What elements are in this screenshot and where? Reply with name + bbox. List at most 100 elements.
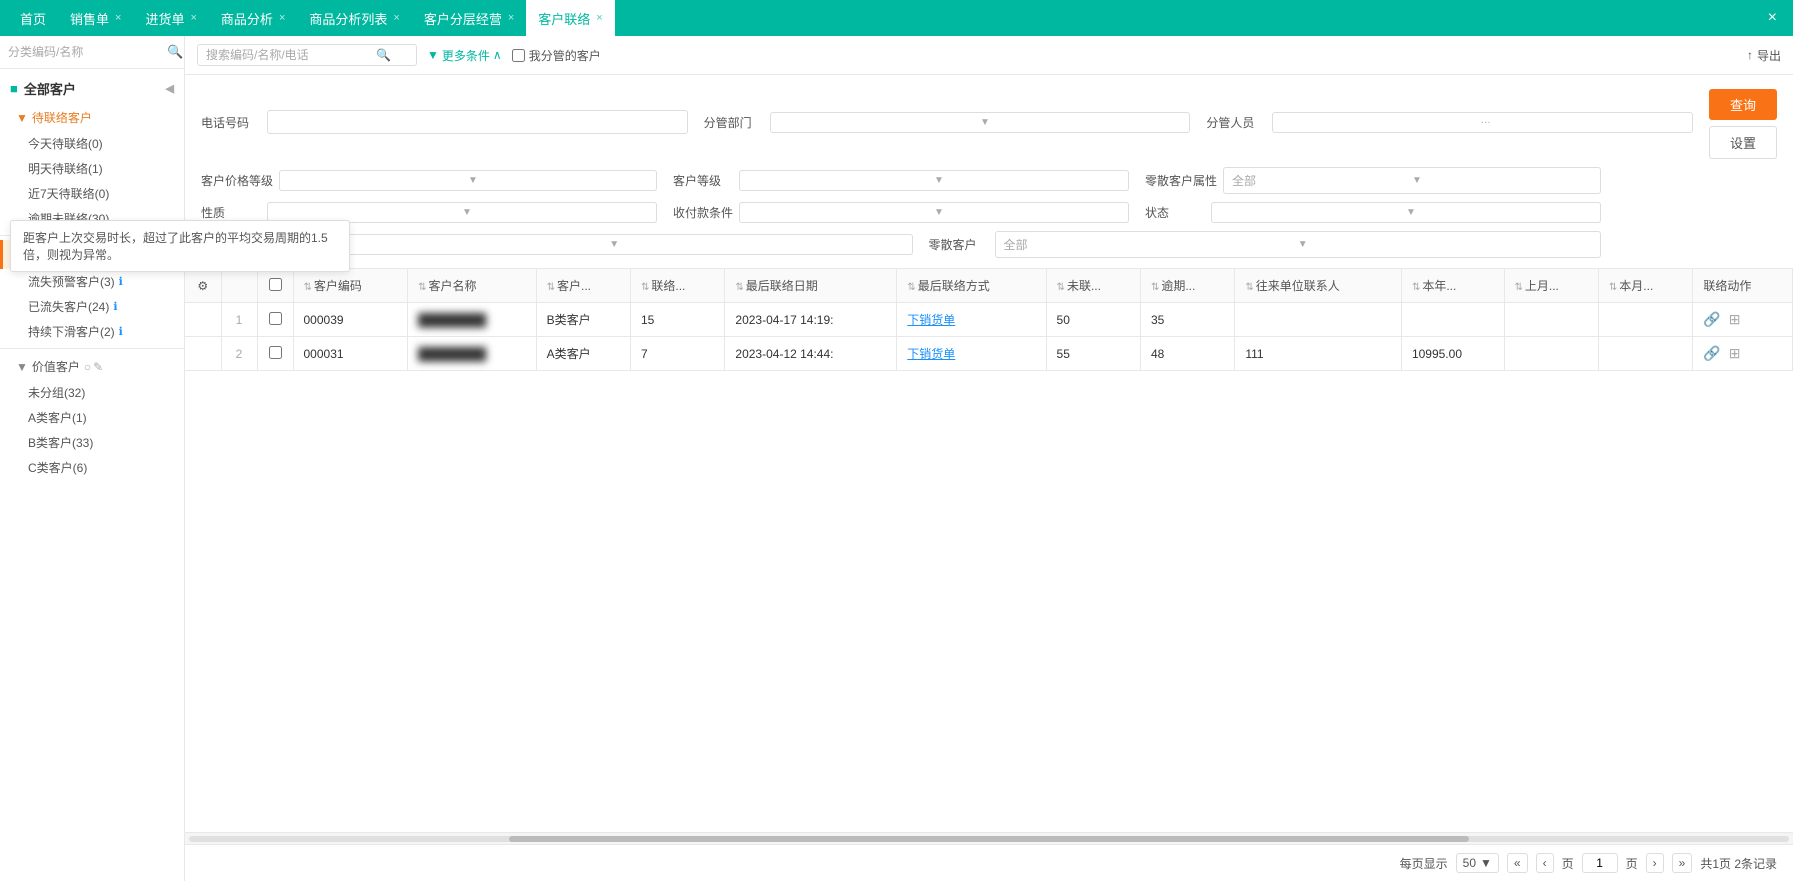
status-caret: ▼ <box>1406 207 1592 218</box>
sidebar-item-declining[interactable]: 持续下滑客户(2) ℹ <box>0 319 184 344</box>
sidebar-group-value[interactable]: ▼ 价值客户 ○ ✎ <box>0 353 184 380</box>
row2-checkbox[interactable] <box>257 337 293 371</box>
row2-link-icon[interactable]: 🔗 <box>1703 345 1720 362</box>
nav-sales[interactable]: 销售单 × <box>58 0 133 36</box>
sidebar-item-7days[interactable]: 近7天待联络(0) <box>0 181 184 206</box>
col-contacts[interactable]: ⇅往来单位联系人 <box>1235 269 1402 303</box>
row1-grid-icon[interactable]: ⊞ <box>1729 311 1741 328</box>
col-name[interactable]: ⇅客户名称 <box>408 269 536 303</box>
nav-customer-tier[interactable]: 客户分层经营 × <box>412 0 526 36</box>
sidebar-item-today[interactable]: 今天待联络(0) <box>0 131 184 156</box>
close-purchase-tab[interactable]: × <box>190 12 196 24</box>
sidebar-group-pending[interactable]: ▼ 待联络客户 <box>0 104 184 131</box>
query-button[interactable]: 查询 <box>1709 89 1777 120</box>
more-conditions-btn[interactable]: ▼ 更多条件 ∧ <box>427 47 502 64</box>
select-all-checkbox[interactable] <box>269 278 282 291</box>
sidebar-item-churned[interactable]: 已流失客户(24) ℹ <box>0 294 184 319</box>
page-size-select[interactable]: 50 ▼ <box>1456 853 1499 873</box>
customer-tier-select[interactable]: ▼ <box>739 170 1129 191</box>
col-last-method[interactable]: ⇅最后联络方式 <box>897 269 1046 303</box>
row2-last-method: 下销货单 <box>897 337 1046 371</box>
close-product-analysis-tab[interactable]: × <box>279 12 285 24</box>
sort-this-year-icon: ⇅ <box>1412 282 1420 293</box>
nav-customer-contact[interactable]: 客户联络 × <box>526 0 614 36</box>
row1-checkbox[interactable] <box>257 303 293 337</box>
status-select[interactable]: ▼ <box>1211 202 1601 223</box>
row1-last-method: 下销货单 <box>897 303 1046 337</box>
row2-name[interactable]: ████████ <box>408 337 536 371</box>
dept-select[interactable]: ▼ <box>770 112 1191 133</box>
col-last-month[interactable]: ⇅上月... <box>1504 269 1598 303</box>
close-customer-contact-tab[interactable]: × <box>596 12 602 24</box>
col-contact[interactable]: ⇅联络... <box>631 269 725 303</box>
close-customer-tier-tab[interactable]: × <box>508 12 514 24</box>
my-customers-checkbox-wrap: 我分管的客户 <box>512 47 601 64</box>
customer-type-select[interactable]: ▼ <box>306 234 913 255</box>
scrollbar-thumb[interactable] <box>509 836 1469 842</box>
sidebar-item-ungrouped[interactable]: 未分组(32) <box>0 380 184 405</box>
filter-row-1: 电话号码 分管部门 ▼ 分管人员 ··· <box>201 85 1777 159</box>
col-this-month[interactable]: ⇅本月... <box>1598 269 1692 303</box>
nav-product-list[interactable]: 商品分析列表 × <box>297 0 411 36</box>
row1-code: 000039 <box>293 303 408 337</box>
price-tier-select[interactable]: ▼ <box>279 170 657 191</box>
export-btn[interactable]: ↑ 导出 <box>1747 47 1781 64</box>
sidebar-all-customers[interactable]: ■ 全部客户 ◀ <box>0 73 184 104</box>
last-page-btn[interactable]: » <box>1672 853 1693 873</box>
sidebar-item-classA[interactable]: A类客户(1) <box>0 405 184 430</box>
col-checkbox[interactable] <box>257 269 293 303</box>
close-sales-tab[interactable]: × <box>115 12 121 24</box>
nav-purchase[interactable]: 进货单 × <box>133 0 208 36</box>
row1-this-month <box>1598 303 1692 337</box>
sidebar-item-churn-warning[interactable]: 流失预警客户(3) ℹ <box>0 269 184 294</box>
nav-product-analysis[interactable]: 商品分析 × <box>209 0 297 36</box>
col-type[interactable]: ⇅客户... <box>536 269 630 303</box>
retail-customer-select[interactable]: 全部 ▼ <box>995 231 1602 258</box>
sort-last-method-icon: ⇅ <box>907 282 915 293</box>
sidebar-search-input[interactable] <box>8 45 163 59</box>
sort-contacts-icon: ⇅ <box>1245 282 1253 293</box>
row1-type: B类客户 <box>536 303 630 337</box>
sidebar-item-tomorrow[interactable]: 明天待联络(1) <box>0 156 184 181</box>
sidebar-collapse-btn[interactable]: ◀ <box>166 82 174 95</box>
payment-select[interactable]: ▼ <box>739 202 1129 223</box>
col-unlinked[interactable]: ⇅未联... <box>1046 269 1140 303</box>
info-icon-2: ℹ <box>113 300 117 313</box>
row1-select[interactable] <box>269 312 282 325</box>
row1-name[interactable]: ████████ <box>408 303 536 337</box>
sidebar-search-icon: 🔍 <box>167 44 183 60</box>
dept-caret: ▼ <box>980 117 1181 128</box>
row2-action-icons: 🔗 ⊞ <box>1703 345 1782 362</box>
edit-icon[interactable]: ○ <box>84 360 91 374</box>
scrollbar-track[interactable] <box>189 836 1789 842</box>
row1-link-icon[interactable]: 🔗 <box>1703 311 1720 328</box>
col-gear[interactable]: ⚙ <box>185 269 221 303</box>
nav-home[interactable]: 首页 <box>8 0 58 36</box>
first-page-btn[interactable]: « <box>1507 853 1528 873</box>
retail-attr-select[interactable]: 全部 ▼ <box>1223 167 1601 194</box>
prev-page-btn[interactable]: ‹ <box>1536 853 1554 873</box>
col-last-date[interactable]: ⇅最后联络日期 <box>725 269 897 303</box>
horizontal-scrollbar[interactable] <box>185 832 1793 844</box>
col-code[interactable]: ⇅客户编码 <box>293 269 408 303</box>
window-close-button[interactable]: × <box>1760 9 1785 27</box>
my-customers-checkbox[interactable] <box>512 49 525 62</box>
row2-contact: 7 <box>631 337 725 371</box>
table-header-row: ⚙ ⇅客户编码 ⇅客户名称 ⇅客户... ⇅联络... ⇅最后联络日期 ⇅最后联… <box>185 269 1793 303</box>
phone-input[interactable] <box>267 110 688 134</box>
row2-grid-icon[interactable]: ⊞ <box>1729 345 1741 362</box>
col-num <box>221 269 257 303</box>
sidebar-item-classB[interactable]: B类客户(33) <box>0 430 184 455</box>
col-overdue[interactable]: ⇅逾期... <box>1140 269 1234 303</box>
edit-icon2[interactable]: ✎ <box>93 360 103 374</box>
sort-last-month-icon: ⇅ <box>1515 282 1523 293</box>
settings-button[interactable]: 设置 <box>1709 126 1777 159</box>
sidebar-item-classC[interactable]: C类客户(6) <box>0 455 184 480</box>
close-product-list-tab[interactable]: × <box>393 12 399 24</box>
page-input[interactable] <box>1582 853 1618 873</box>
search-input[interactable] <box>206 48 376 62</box>
row2-select[interactable] <box>269 346 282 359</box>
col-this-year[interactable]: ⇅本年... <box>1401 269 1504 303</box>
manager-select[interactable]: ··· <box>1272 112 1693 133</box>
next-page-btn[interactable]: › <box>1646 853 1664 873</box>
